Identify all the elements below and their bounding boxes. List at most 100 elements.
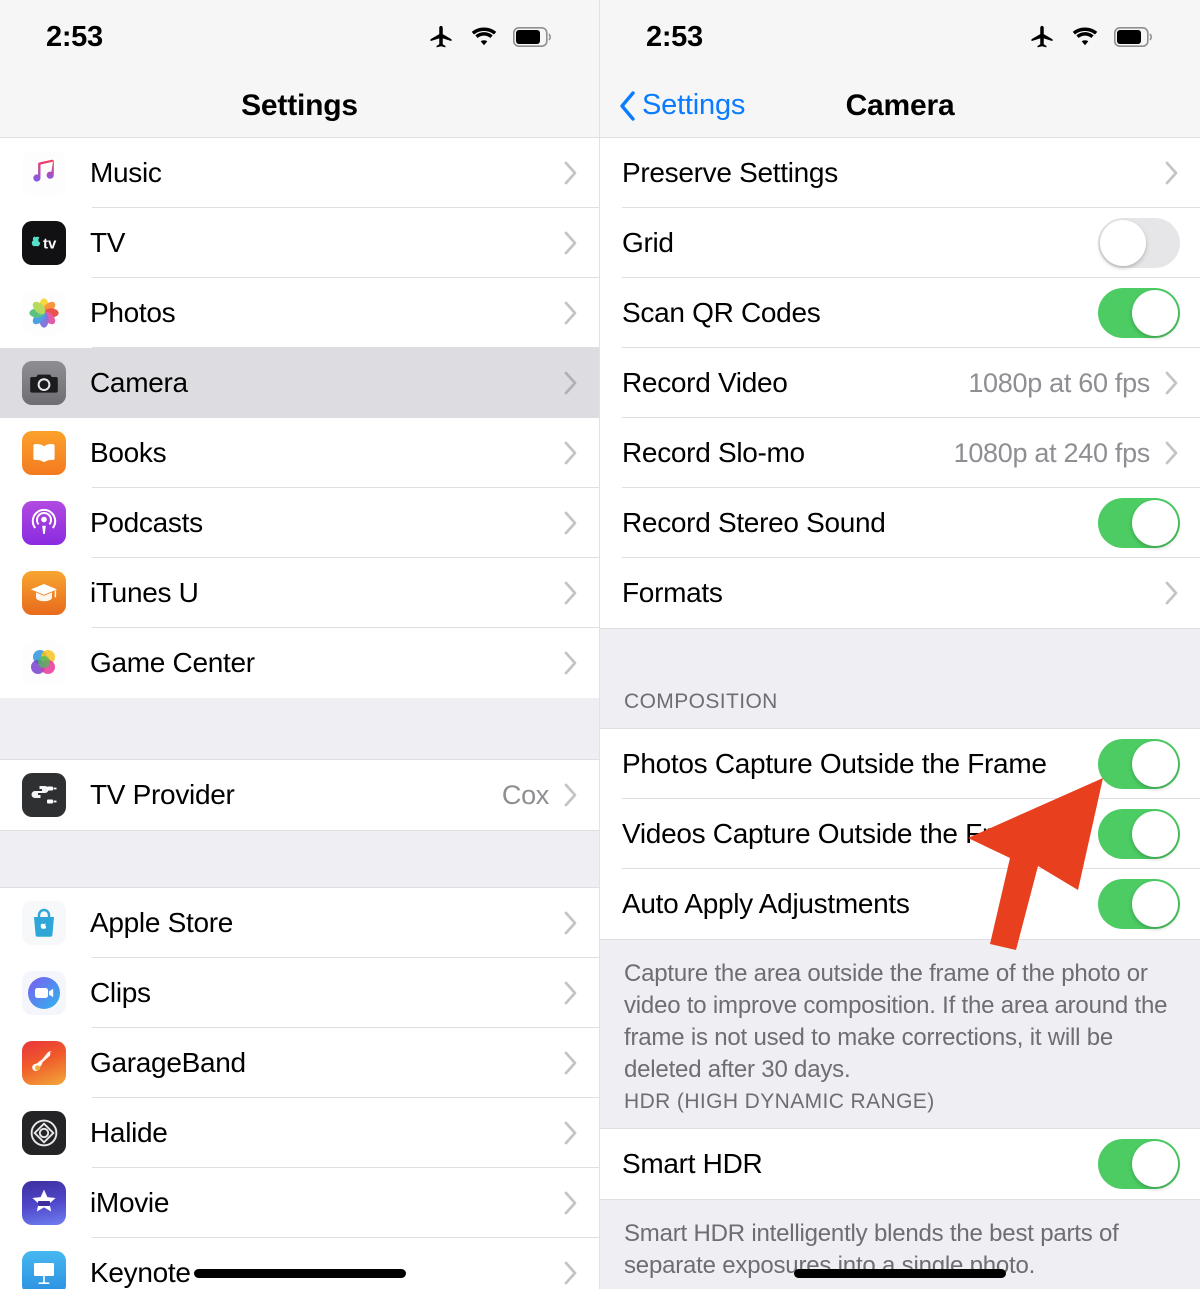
- photos-capture-outside-frame-toggle[interactable]: [1098, 739, 1180, 789]
- sidebar-item-label: Podcasts: [90, 507, 203, 538]
- status-bar-right: 2:53: [600, 0, 1200, 74]
- sidebar-item-books[interactable]: Books: [0, 418, 599, 488]
- nav-bar-settings: Settings: [0, 74, 599, 138]
- row-record-video[interactable]: Record Video 1080p at 60 fps: [600, 348, 1200, 418]
- back-button[interactable]: Settings: [618, 89, 745, 123]
- game-center-app-icon: [22, 641, 66, 685]
- chevron-right-icon: [563, 1049, 579, 1077]
- sidebar-item-tv[interactable]: tv TV: [0, 208, 599, 278]
- row-smart-hdr[interactable]: Smart HDR: [600, 1129, 1200, 1199]
- chevron-right-icon: [563, 579, 579, 607]
- sidebar-item-label: TV: [90, 227, 126, 258]
- sidebar-item-imovie[interactable]: iMovie: [0, 1168, 599, 1238]
- chevron-right-icon: [563, 1189, 579, 1217]
- row-label: Photos Capture Outside the Frame: [622, 748, 1047, 779]
- sidebar-item-itunes-u[interactable]: iTunes U: [0, 558, 599, 628]
- chevron-right-icon: [563, 781, 579, 809]
- chevron-right-icon: [1164, 159, 1180, 187]
- battery-icon: [513, 27, 553, 47]
- row-record-stereo-sound[interactable]: Record Stereo Sound: [600, 488, 1200, 558]
- sidebar-item-label: iTunes U: [90, 577, 199, 608]
- camera-group-composition: Photos Capture Outside the Frame Videos …: [600, 729, 1200, 939]
- sidebar-item-game-center[interactable]: Game Center: [0, 628, 599, 698]
- row-preserve-settings[interactable]: Preserve Settings: [600, 138, 1200, 208]
- garageband-app-icon: [22, 1041, 66, 1085]
- row-scan-qr-codes[interactable]: Scan QR Codes: [600, 278, 1200, 348]
- sidebar-item-garageband[interactable]: GarageBand: [0, 1028, 599, 1098]
- sidebar-item-podcasts[interactable]: Podcasts: [0, 488, 599, 558]
- sidebar-item-apple-store[interactable]: Apple Store: [0, 888, 599, 958]
- sidebar-item-label: Game Center: [90, 647, 255, 678]
- books-app-icon: [22, 431, 66, 475]
- sidebar-item-label: TV Provider: [90, 779, 235, 810]
- smart-hdr-toggle[interactable]: [1098, 1139, 1180, 1189]
- status-bar-icons: [427, 23, 553, 51]
- camera-app-icon: [22, 361, 66, 405]
- home-indicator: [794, 1269, 1006, 1278]
- home-indicator: [193, 1269, 406, 1278]
- section-gap: [0, 830, 599, 888]
- chevron-right-icon: [563, 909, 579, 937]
- sidebar-item-label: Photos: [90, 297, 176, 328]
- battery-icon: [1114, 27, 1154, 47]
- row-label: Smart HDR: [622, 1148, 763, 1179]
- sidebar-item-music[interactable]: Music: [0, 138, 599, 208]
- sidebar-item-tv-provider[interactable]: TV Provider Cox: [0, 760, 599, 830]
- airplane-mode-icon: [1028, 23, 1056, 51]
- chevron-right-icon: [563, 299, 579, 327]
- camera-group-hdr: Smart HDR: [600, 1129, 1200, 1199]
- sidebar-item-clips[interactable]: Clips: [0, 958, 599, 1028]
- status-bar-left: 2:53: [0, 0, 599, 74]
- row-auto-apply-adjustments[interactable]: Auto Apply Adjustments: [600, 869, 1200, 939]
- record-stereo-sound-toggle[interactable]: [1098, 498, 1180, 548]
- wifi-icon: [469, 25, 499, 49]
- chevron-right-icon: [563, 439, 579, 467]
- sidebar-item-label: Apple Store: [90, 907, 234, 938]
- clips-app-icon: [22, 971, 66, 1015]
- wifi-icon: [1070, 25, 1100, 49]
- chevron-right-icon: [563, 979, 579, 1007]
- auto-apply-adjustments-toggle[interactable]: [1098, 879, 1180, 929]
- chevron-right-icon: [563, 369, 579, 397]
- grid-toggle[interactable]: [1098, 218, 1180, 268]
- sidebar-item-label: Books: [90, 437, 167, 468]
- status-bar-time: 2:53: [646, 20, 703, 53]
- chevron-right-icon: [563, 1119, 579, 1147]
- videos-capture-outside-frame-toggle[interactable]: [1098, 809, 1180, 859]
- row-label: Videos Capture Outside the Frame: [622, 818, 1045, 849]
- chevron-right-icon: [563, 159, 579, 187]
- row-record-slo-mo[interactable]: Record Slo-mo 1080p at 240 fps: [600, 418, 1200, 488]
- chevron-right-icon: [563, 1259, 579, 1287]
- scan-qr-codes-toggle[interactable]: [1098, 288, 1180, 338]
- sidebar-item-label: Keynote: [90, 1257, 191, 1288]
- row-grid[interactable]: Grid: [600, 208, 1200, 278]
- row-photos-capture-outside-the-frame[interactable]: Photos Capture Outside the Frame: [600, 729, 1200, 799]
- status-bar-time: 2:53: [46, 20, 103, 53]
- sidebar-item-keynote[interactable]: Keynote: [0, 1238, 599, 1289]
- chevron-right-icon: [1164, 579, 1180, 607]
- settings-group-tv-provider: TV Provider Cox: [0, 760, 599, 830]
- settings-group-third-party-apps: Apple Store Clips GarageBand Halide iMov…: [0, 888, 599, 1289]
- sidebar-item-label: Camera: [90, 367, 188, 398]
- tv-provider-app-icon: [22, 773, 66, 817]
- page-title: Camera: [845, 88, 955, 122]
- row-formats[interactable]: Formats: [600, 558, 1200, 628]
- sidebar-item-photos[interactable]: Photos: [0, 278, 599, 348]
- row-videos-capture-outside-the-frame[interactable]: Videos Capture Outside the Frame: [600, 799, 1200, 869]
- sidebar-item-halide[interactable]: Halide: [0, 1098, 599, 1168]
- settings-screen: 2:53 Settings Music tv TV Photos Camera …: [0, 0, 600, 1289]
- music-app-icon: [22, 151, 66, 195]
- row-label: Record Slo-mo: [622, 437, 805, 468]
- sidebar-item-label: iMovie: [90, 1187, 170, 1218]
- camera-settings-screen: 2:53 Settings Camera Preserve Settings G…: [600, 0, 1200, 1289]
- back-button-label: Settings: [642, 89, 746, 121]
- section-gap: [0, 698, 599, 760]
- chevron-right-icon: [563, 509, 579, 537]
- apple-store-app-icon: [22, 901, 66, 945]
- row-value: 1080p at 240 fps: [953, 437, 1151, 468]
- row-label: Grid: [622, 227, 674, 258]
- imovie-app-icon: [22, 1181, 66, 1225]
- sidebar-item-camera[interactable]: Camera: [0, 348, 599, 418]
- nav-bar-camera: Settings Camera: [600, 74, 1200, 138]
- camera-group-general: Preserve Settings Grid Scan QR Codes Rec…: [600, 138, 1200, 628]
